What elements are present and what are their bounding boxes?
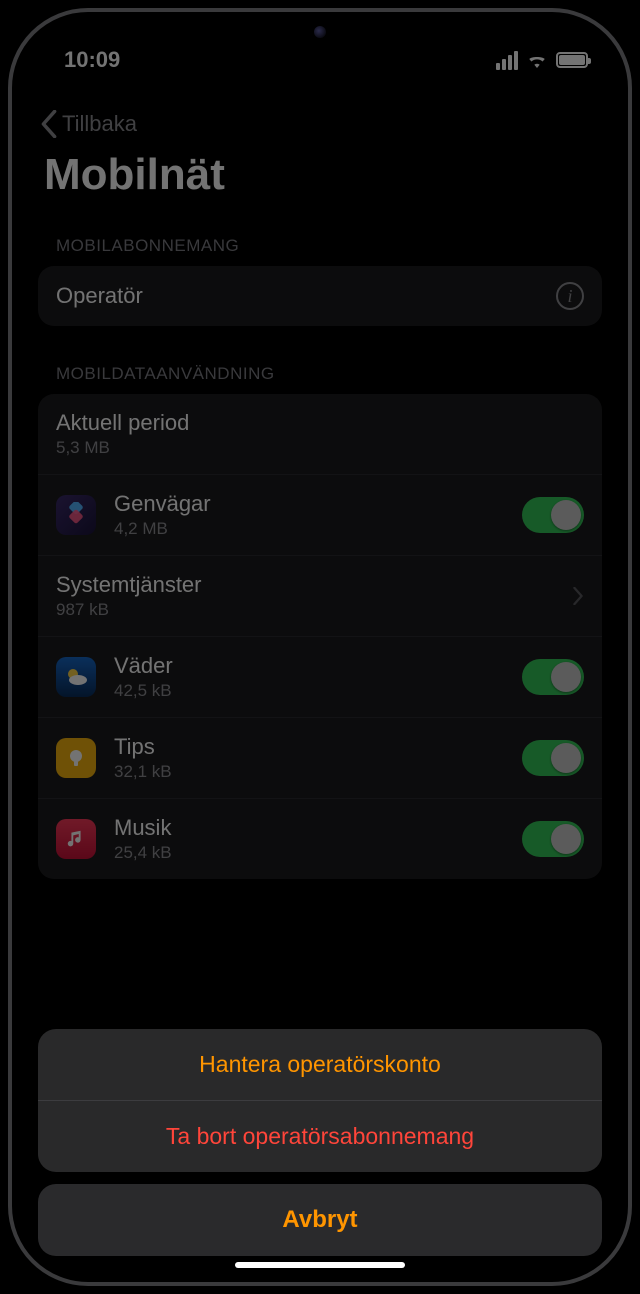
home-indicator[interactable] <box>235 1262 405 1268</box>
cancel-button[interactable]: Avbryt <box>38 1184 602 1256</box>
remove-plan-button[interactable]: Ta bort operatörsabonnemang <box>38 1101 602 1172</box>
action-sheet: Hantera operatörskonto Ta bort operatörs… <box>38 1029 602 1256</box>
manage-account-button[interactable]: Hantera operatörskonto <box>38 1029 602 1101</box>
